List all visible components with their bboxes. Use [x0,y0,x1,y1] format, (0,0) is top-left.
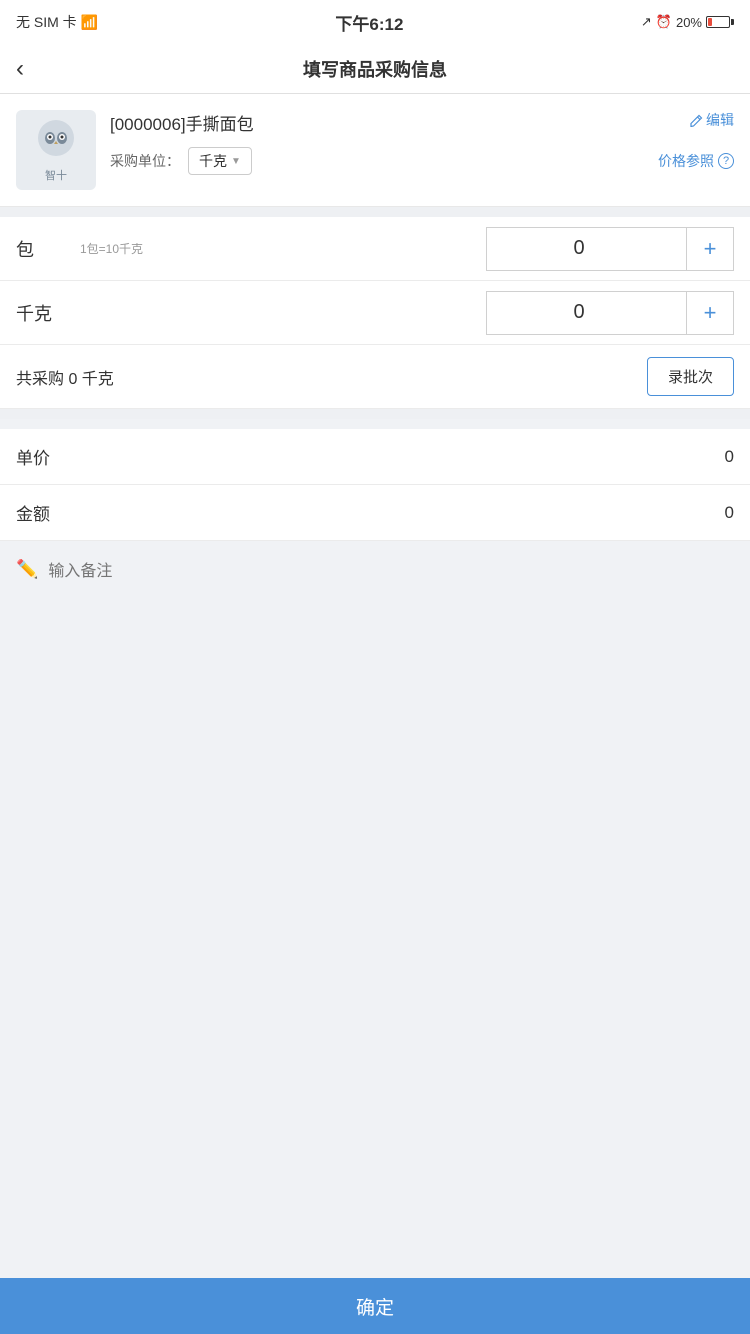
package-plus-button[interactable]: + [686,227,734,271]
dropdown-icon: ▼ [231,156,241,167]
pencil-icon: ✏️ [16,559,38,580]
amount-value: 0 [725,503,734,523]
remarks-section: ✏️ [0,541,750,630]
nav-bar: ‹ 填写商品采购信息 [0,44,750,94]
input-section: 包 1包=10千克 + 千克 + [0,217,750,345]
product-logo-icon [36,118,76,165]
unit-value: 千克 [199,151,227,171]
product-card: 智十 [0000006]手撕面包 编辑 采购单位： 千克 ▼ 价格参照 [0,94,750,207]
kilogram-label: 千克 [16,300,76,326]
price-value: 0 [725,447,734,467]
kilogram-input[interactable] [486,291,686,335]
remarks-input[interactable] [48,557,734,614]
amount-row: 金额 0 [0,485,750,541]
status-time: 下午6:12 [335,10,403,35]
total-purchase-text: 共采购 0 千克 [16,365,114,389]
status-bar: 无 SIM 卡 📶 下午6:12 ↗ ⏰ 20% [0,0,750,44]
package-row: 包 1包=10千克 + [0,217,750,281]
package-label: 包 [16,236,76,262]
location-icon: ↗ [641,14,652,30]
unit-select[interactable]: 千克 ▼ [188,147,252,175]
battery-percent: 20% [676,15,702,30]
product-tag: 智十 [45,167,67,183]
edit-icon [690,114,703,127]
kilogram-plus-button[interactable]: + [686,291,734,335]
divider-2 [0,409,750,419]
product-name: [0000006]手撕面包 [110,110,254,135]
product-info: [0000006]手撕面包 编辑 采购单位： 千克 ▼ 价格参照 ? [110,110,734,175]
back-button[interactable]: ‹ [8,47,32,91]
info-section: 单价 0 金额 0 [0,429,750,541]
bottom-space [0,630,750,700]
battery-icon [706,16,734,28]
summary-row: 共采购 0 千克 录批次 [0,345,750,409]
unit-label: 采购单位： [110,151,180,171]
confirm-button[interactable]: 确定 [0,1278,750,1334]
kilogram-row: 千克 + [0,281,750,345]
price-row: 单价 0 [0,429,750,485]
package-sublabel: 1包=10千克 [80,240,143,257]
amount-label: 金额 [16,500,50,525]
price-label: 单价 [16,444,50,469]
package-input[interactable] [486,227,686,271]
alarm-icon: ⏰ [656,14,672,30]
status-right: ↗ ⏰ 20% [641,14,734,30]
batch-button[interactable]: 录批次 [647,357,734,396]
status-left: 无 SIM 卡 📶 [16,12,98,32]
edit-button[interactable]: 编辑 [690,110,734,130]
price-reference-button[interactable]: 价格参照 ? [658,151,734,171]
divider-1 [0,207,750,217]
help-icon: ? [718,153,734,169]
page-title: 填写商品采购信息 [303,56,447,82]
product-image: 智十 [16,110,96,190]
